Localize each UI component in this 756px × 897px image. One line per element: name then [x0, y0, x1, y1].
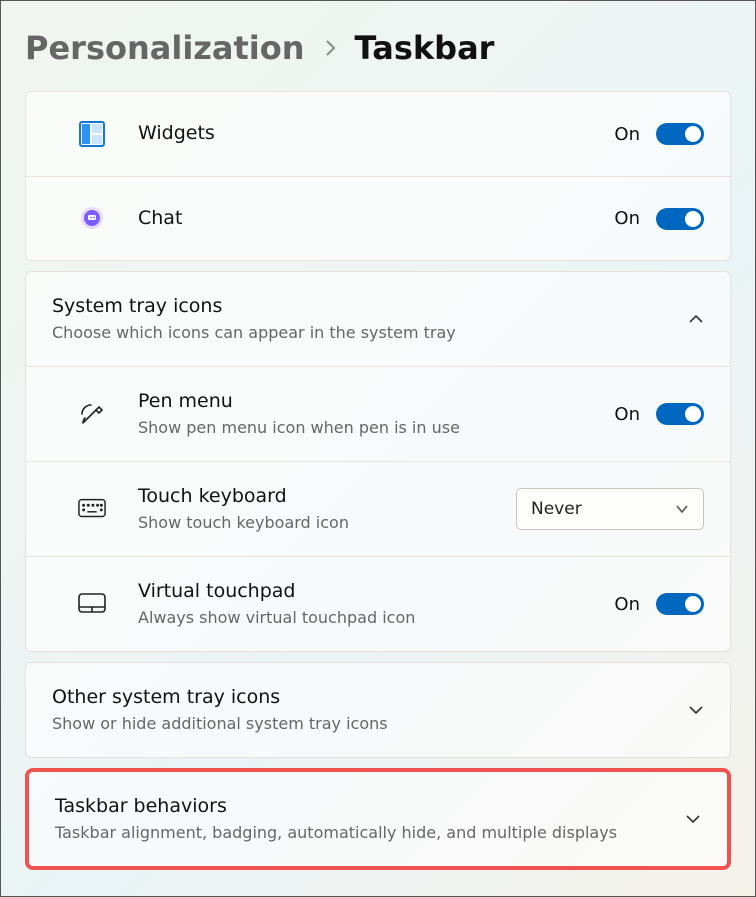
row-touch-keyboard: Touch keyboard Show touch keyboard icon … [26, 461, 730, 556]
breadcrumb-parent[interactable]: Personalization [25, 29, 305, 67]
touch-kb-dropdown[interactable]: Never [516, 488, 704, 530]
other-tray-header[interactable]: Other system tray icons Show or hide add… [26, 663, 730, 757]
pen-subtitle: Show pen menu icon when pen is in use [138, 417, 614, 439]
taskbar-behaviors-header[interactable]: Taskbar behaviors Taskbar alignment, bad… [29, 772, 727, 866]
row-pen-menu: Pen menu Show pen menu icon when pen is … [26, 366, 730, 461]
other-tray-subtitle: Show or hide additional system tray icon… [52, 713, 670, 735]
pen-icon [78, 400, 106, 428]
taskbar-behaviors-group: Taskbar behaviors Taskbar alignment, bad… [25, 768, 731, 870]
touch-kb-title: Touch keyboard [138, 484, 516, 510]
touch-kb-value: Never [531, 499, 582, 519]
chevron-up-icon [688, 311, 704, 327]
chat-icon [78, 206, 106, 232]
touch-kb-subtitle: Show touch keyboard icon [138, 512, 516, 534]
system-tray-subtitle: Choose which icons can appear in the sys… [52, 322, 670, 344]
pen-title: Pen menu [138, 389, 614, 415]
behaviors-title: Taskbar behaviors [55, 794, 667, 820]
touchpad-icon [78, 593, 106, 615]
row-chat: Chat On [26, 176, 730, 260]
chat-toggle[interactable] [656, 208, 704, 230]
touchpad-state: On [614, 594, 640, 615]
chat-state: On [614, 208, 640, 229]
chat-label: Chat [138, 206, 614, 232]
touchpad-toggle[interactable] [656, 593, 704, 615]
other-tray-group: Other system tray icons Show or hide add… [25, 662, 731, 758]
touchpad-subtitle: Always show virtual touchpad icon [138, 607, 614, 629]
pen-toggle[interactable] [656, 403, 704, 425]
row-virtual-touchpad: Virtual touchpad Always show virtual tou… [26, 556, 730, 651]
other-tray-title: Other system tray icons [52, 685, 670, 711]
chevron-right-icon [323, 38, 337, 58]
chevron-down-icon [675, 502, 689, 516]
system-tray-group: System tray icons Choose which icons can… [25, 271, 731, 652]
pen-state: On [614, 404, 640, 425]
chevron-down-icon [688, 702, 704, 718]
widgets-state: On [614, 124, 640, 145]
system-tray-title: System tray icons [52, 294, 670, 320]
touchpad-title: Virtual touchpad [138, 579, 614, 605]
widgets-icon [78, 121, 106, 147]
keyboard-icon [78, 498, 106, 520]
system-tray-header[interactable]: System tray icons Choose which icons can… [26, 272, 730, 366]
breadcrumb: Personalization Taskbar [25, 29, 731, 67]
taskbar-items-group: Widgets On Chat On [25, 91, 731, 261]
chevron-down-icon [685, 811, 701, 827]
behaviors-subtitle: Taskbar alignment, badging, automaticall… [55, 822, 667, 844]
widgets-toggle[interactable] [656, 123, 704, 145]
breadcrumb-current: Taskbar [355, 29, 495, 67]
row-widgets: Widgets On [26, 92, 730, 176]
widgets-label: Widgets [138, 121, 614, 147]
